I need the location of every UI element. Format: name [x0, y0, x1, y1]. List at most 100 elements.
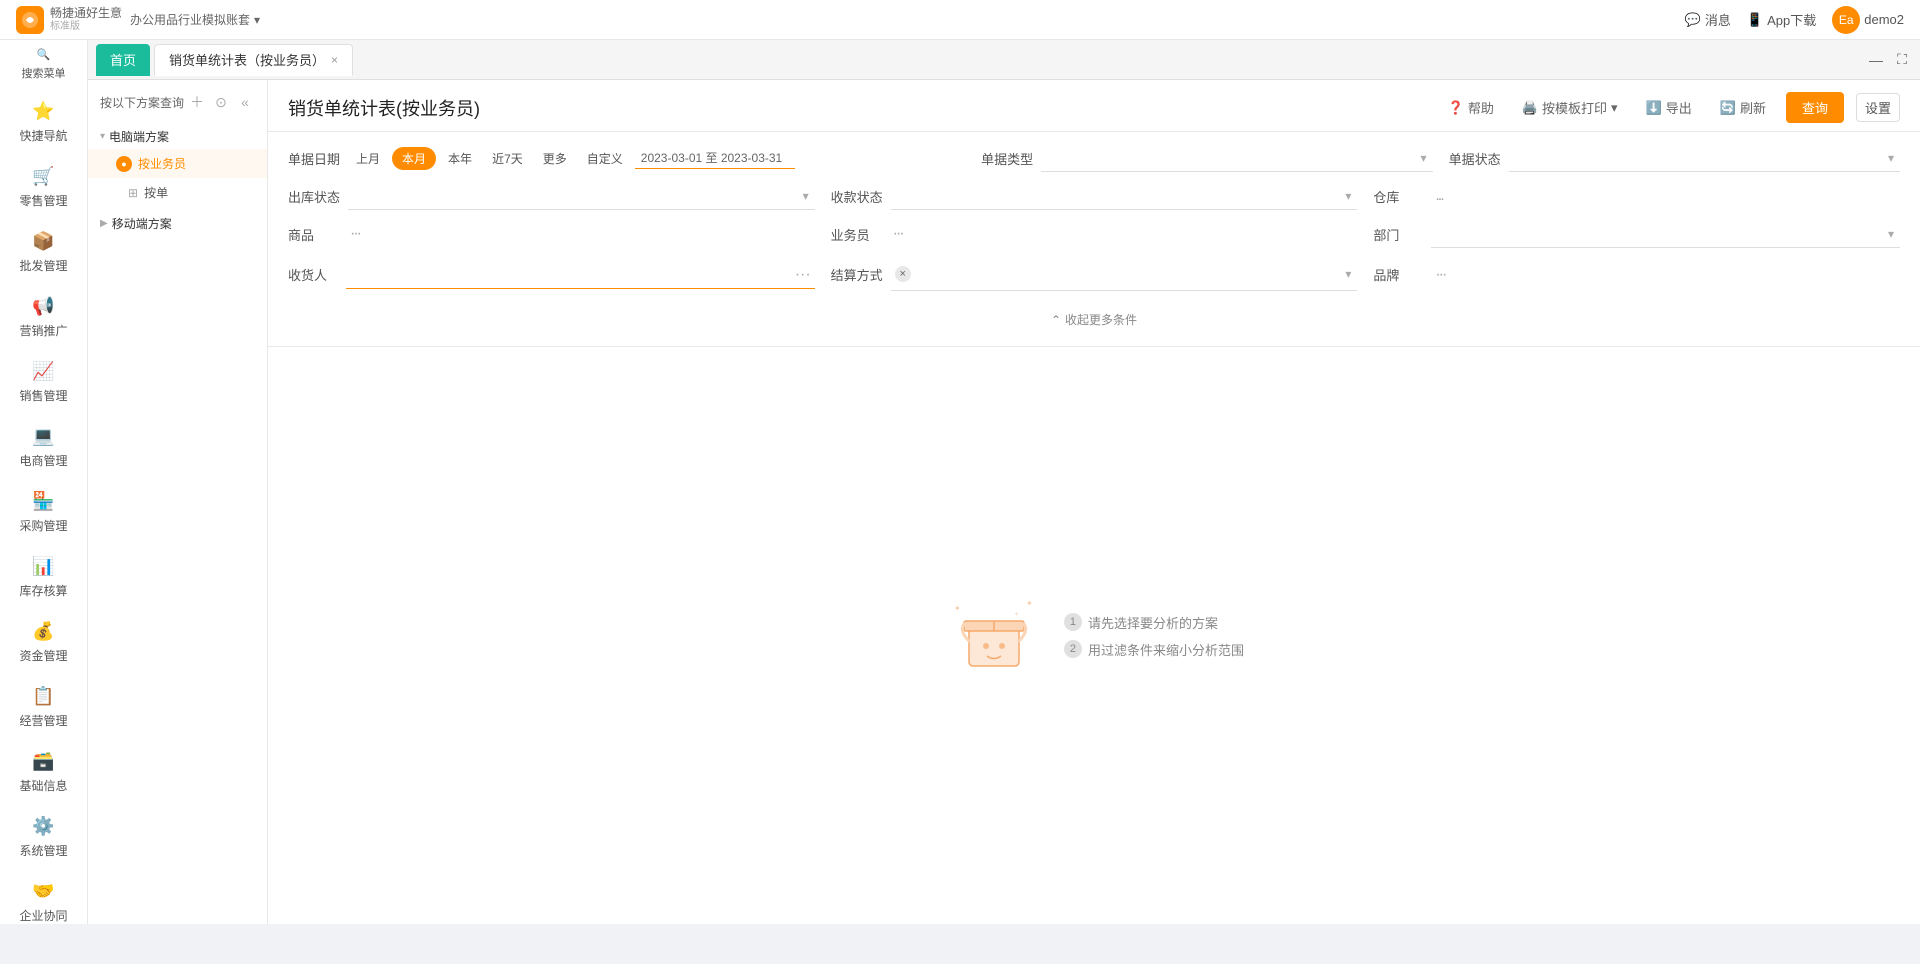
finance-icon: 💰: [32, 619, 56, 643]
department-label: 部门: [1373, 225, 1423, 244]
sidebar-item-quick[interactable]: ⭐ 快捷导航: [0, 89, 87, 154]
date-range-display: 2023-03-01 至 2023-03-31: [635, 147, 795, 169]
date-btn-this-year[interactable]: 本年: [440, 147, 480, 170]
scheme-item-by-doc[interactable]: ⊞ 按单: [88, 178, 267, 207]
warehouse-more-btn[interactable]: ...: [1431, 187, 1446, 205]
retail-icon: 🛒: [32, 164, 56, 188]
ecom-icon: 💻: [32, 424, 56, 448]
tab-bar: 首页 销货单统计表（按业务员） × — ⛶: [88, 40, 1920, 80]
filter-row-4: 收货人 ··· 结算方式 ×: [288, 258, 1900, 291]
filter-row-2: 出库状态 收款状态: [288, 182, 1900, 210]
department-select-wrapper: [1431, 220, 1900, 248]
sidebar-item-inventory[interactable]: 📊 库存核算: [0, 544, 87, 609]
doc-status-select[interactable]: [1509, 144, 1900, 172]
salesman-dots[interactable]: ···: [889, 225, 907, 243]
payment-select[interactable]: [915, 260, 1358, 288]
app-download-action[interactable]: 📱 App下载: [1747, 10, 1816, 29]
tab-close-icon[interactable]: ×: [331, 53, 338, 67]
scheme-collapse-button[interactable]: «: [235, 92, 255, 112]
ops-icon: 📋: [32, 684, 56, 708]
sidebar-item-ops[interactable]: 📋 经营管理: [0, 674, 87, 739]
out-status-select-wrapper: [348, 182, 815, 210]
empty-state: ✦ ✦ ✦ 1 请先选择要分析的方案 2 用过滤条件来缩小分析范围: [268, 347, 1920, 924]
receive-status-select[interactable]: [891, 182, 1358, 210]
receiver-dots[interactable]: ···: [795, 266, 811, 284]
department-select[interactable]: [1431, 220, 1900, 248]
collapse-button[interactable]: ⌃ 收起更多条件: [288, 305, 1900, 334]
date-btn-last-month[interactable]: 上月: [348, 147, 388, 170]
filter-payment-item: 结算方式 ×: [831, 258, 1358, 291]
doc-type-select[interactable]: [1041, 144, 1432, 172]
corp-icon: 🤝: [32, 879, 56, 903]
settings-button[interactable]: 设置: [1856, 93, 1900, 122]
chevron-down-icon: ▾: [100, 131, 105, 142]
message-action[interactable]: 💬 消息: [1685, 10, 1731, 29]
step-1-circle: 1: [1064, 613, 1082, 631]
payment-select-wrapper: [915, 260, 1358, 288]
warehouse-label: 仓库: [1373, 187, 1423, 206]
search-icon: 🔍: [37, 48, 51, 61]
payment-clear-button[interactable]: ×: [895, 266, 911, 282]
sidebar-item-ecom[interactable]: 💻 电商管理: [0, 414, 87, 479]
scheme-group-desktop-header[interactable]: ▾ 电脑端方案: [88, 124, 267, 149]
question-icon: ❓: [1448, 100, 1464, 116]
refresh-button[interactable]: 🔄 刷新: [1712, 94, 1774, 121]
filter-row-3: 商品 ··· 业务员 ··· 部门: [288, 220, 1900, 248]
system-icon: ⚙️: [32, 814, 56, 838]
sidebar-item-basic[interactable]: 🗃️ 基础信息: [0, 739, 87, 804]
sidebar-item-search[interactable]: 🔍 搜索菜单: [0, 40, 87, 89]
out-status-select[interactable]: [348, 182, 815, 210]
filter-area: 单据日期 上月 本月 本年 近7天 更多 自定义 2023-03-01 至 20…: [268, 132, 1920, 347]
sidebar-item-wholesale[interactable]: 📦 批发管理: [0, 219, 87, 284]
doc-status-select-wrapper: [1509, 144, 1900, 172]
help-button[interactable]: ❓ 帮助: [1440, 94, 1502, 121]
template-print-button[interactable]: 🖨️ 按模板打印 ▾: [1514, 94, 1626, 121]
filter-doc-status-item: 单据状态: [1449, 144, 1900, 172]
tab-home[interactable]: 首页: [96, 44, 150, 76]
tab-maximize-button[interactable]: ⛶: [1892, 50, 1912, 70]
chevron-right-icon: ▶: [100, 218, 108, 229]
sidebar-item-corp[interactable]: 🤝 企业协同: [0, 869, 87, 924]
top-header: 畅捷通好生意 标准版 办公用品行业模拟账套 ▾ 💬 消息 📱 App下载 Ea …: [0, 0, 1920, 40]
top-header-right: 💬 消息 📱 App下载 Ea demo2: [1685, 6, 1904, 34]
export-button[interactable]: ⬇️ 导出: [1638, 94, 1700, 121]
date-btn-more[interactable]: 更多: [535, 147, 575, 170]
chevron-down-icon: ▾: [254, 13, 260, 27]
payment-label: 结算方式: [831, 265, 883, 284]
marketing-icon: 📢: [32, 294, 56, 318]
scheme-add-button[interactable]: ＋: [187, 92, 207, 112]
salesman-label: 业务员: [831, 225, 881, 244]
scheme-item-by-salesman[interactable]: ● 按业务员: [88, 149, 267, 178]
scheme-group-mobile-header[interactable]: ▶ 移动端方案: [88, 211, 267, 236]
sidebar-item-marketing[interactable]: 📢 营销推广: [0, 284, 87, 349]
sidebar-item-sales[interactable]: 📈 销售管理: [0, 349, 87, 414]
top-header-left: 畅捷通好生意 标准版 办公用品行业模拟账套 ▾: [16, 6, 260, 34]
query-button[interactable]: 查询: [1786, 92, 1844, 123]
filter-section: 单据日期 上月 本月 本年 近7天 更多 自定义 2023-03-01 至 20…: [268, 132, 1920, 347]
logo-area[interactable]: 畅捷通好生意 标准版: [16, 6, 122, 34]
date-btn-this-month[interactable]: 本月: [392, 147, 436, 170]
tab-minimize-button[interactable]: —: [1866, 50, 1886, 70]
receiver-input[interactable]: [346, 261, 815, 289]
tab-sales-stat[interactable]: 销货单统计表（按业务员） ×: [154, 44, 353, 76]
brand-dots[interactable]: ···: [1431, 266, 1449, 284]
collapse-row: ⌃ 收起更多条件: [288, 301, 1900, 334]
sidebar-item-system[interactable]: ⚙️ 系统管理: [0, 804, 87, 869]
date-btn-7days[interactable]: 近7天: [484, 147, 531, 170]
date-btn-custom[interactable]: 自定义: [579, 147, 631, 170]
product-dots[interactable]: ···: [346, 225, 364, 243]
filter-doc-type-item: 单据类型: [981, 144, 1432, 172]
sidebar-item-purchase[interactable]: 🏪 采购管理: [0, 479, 87, 544]
scheme-settings-button[interactable]: ⊙: [211, 92, 231, 112]
filter-receiver-item: 收货人 ···: [288, 261, 815, 289]
scheme-actions: ＋ ⊙ «: [187, 92, 255, 112]
sidebar-item-retail[interactable]: 🛒 零售管理: [0, 154, 87, 219]
chevron-down-icon: ▾: [1611, 100, 1618, 116]
doc-type-select-wrapper: [1041, 144, 1432, 172]
step-2-circle: 2: [1064, 640, 1082, 658]
collapse-icon: ⌃: [1051, 313, 1061, 327]
user-area[interactable]: Ea demo2: [1832, 6, 1904, 34]
basic-icon: 🗃️: [32, 749, 56, 773]
sidebar-item-finance[interactable]: 💰 资金管理: [0, 609, 87, 674]
breadcrumb-dropdown[interactable]: 办公用品行业模拟账套 ▾: [130, 11, 260, 28]
